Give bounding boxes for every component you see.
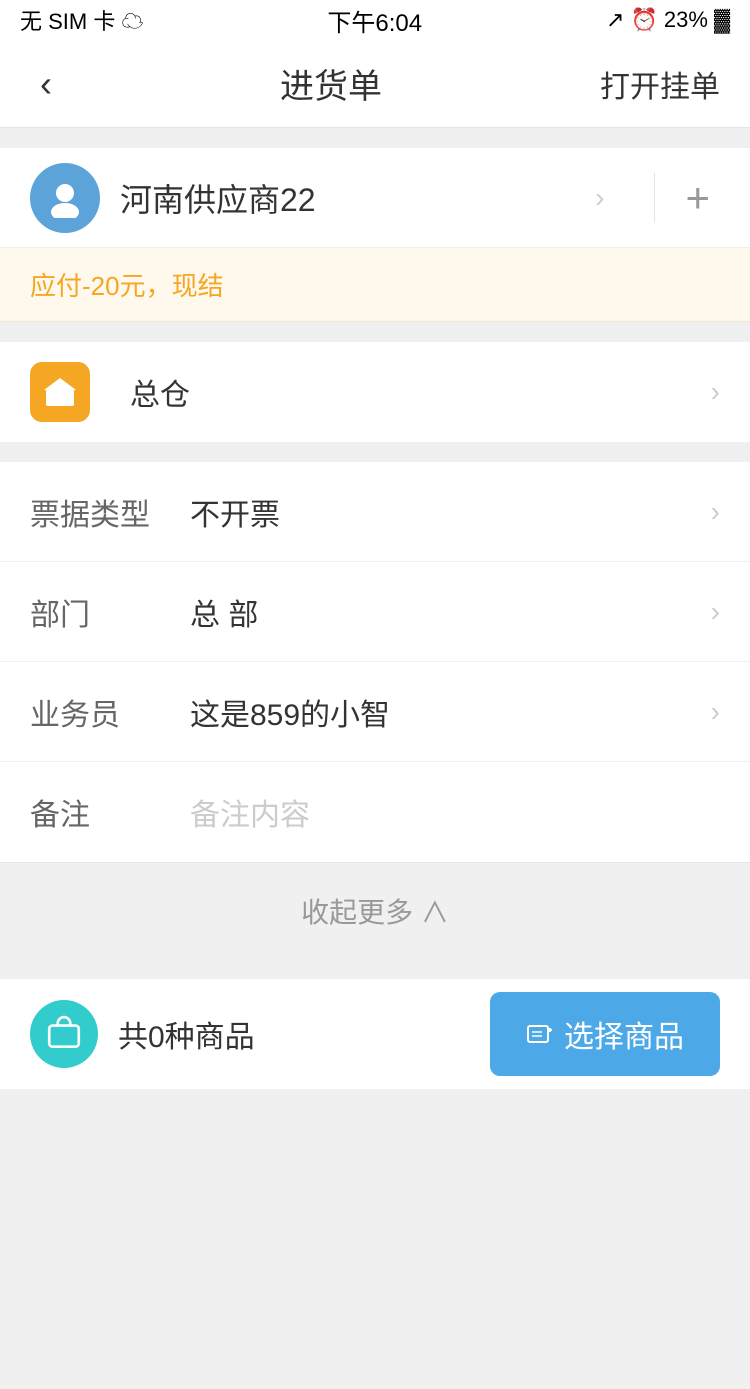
section-gap-1 xyxy=(0,128,750,148)
ticket-type-value: 不开票 xyxy=(170,490,711,534)
section-gap-2 xyxy=(0,322,750,342)
warehouse-chevron-icon: › xyxy=(711,376,720,408)
collapse-button[interactable]: 收起更多 ∧ xyxy=(0,862,750,959)
warehouse-row[interactable]: 总仓 › xyxy=(0,342,750,442)
salesperson-value: 这是859的小智 xyxy=(170,690,711,734)
sim-signal: 无 SIM 卡 ☁ xyxy=(20,4,143,36)
select-product-label: 选择商品 xyxy=(564,1012,684,1056)
supplier-section: 河南供应商22 › + 应付-20元，现结 xyxy=(0,148,750,322)
status-left: 无 SIM 卡 ☁ xyxy=(20,4,143,36)
notice-bar: 应付-20元，现结 xyxy=(0,248,750,322)
salesperson-label: 业务员 xyxy=(30,690,170,734)
remark-placeholder: 备注内容 xyxy=(170,790,720,834)
warehouse-name: 总仓 xyxy=(110,370,711,414)
open-pending-button[interactable]: 打开挂单 xyxy=(600,62,720,106)
back-button[interactable]: ‹ xyxy=(30,53,62,115)
page-background xyxy=(0,1089,750,1389)
bottom-section: 共0种商品 选择商品 xyxy=(0,979,750,1089)
nav-bar: ‹ 进货单 打开挂单 xyxy=(0,40,750,128)
department-chevron-icon: › xyxy=(711,596,720,628)
supplier-avatar xyxy=(30,163,100,233)
supplier-row[interactable]: 河南供应商22 › + xyxy=(0,148,750,248)
location-icon: ↗ xyxy=(606,7,624,33)
add-supplier-button[interactable]: + xyxy=(675,164,720,232)
alarm-icon: ⏰ xyxy=(630,7,657,33)
product-icon-bg xyxy=(30,1000,98,1068)
warehouse-section: 总仓 › xyxy=(0,342,750,442)
user-icon xyxy=(45,178,85,218)
battery-level: 23% xyxy=(664,7,708,33)
ticket-type-label: 票据类型 xyxy=(30,490,170,534)
supplier-name: 河南供应商22 xyxy=(120,175,595,221)
department-value: 总 部 xyxy=(170,590,711,634)
select-product-button[interactable]: 选择商品 xyxy=(490,992,720,1076)
status-bar: 无 SIM 卡 ☁ 下午6:04 ↗ ⏰ 23% ▓ xyxy=(0,0,750,40)
page-title: 进货单 xyxy=(280,59,382,108)
salesperson-chevron-icon: › xyxy=(711,696,720,728)
warehouse-icon-bg xyxy=(30,362,90,422)
ticket-type-row[interactable]: 票据类型 不开票 › xyxy=(0,462,750,562)
section-gap-3 xyxy=(0,442,750,462)
remark-row[interactable]: 备注 备注内容 xyxy=(0,762,750,862)
product-count: 共0种商品 xyxy=(118,1012,490,1056)
ticket-type-chevron-icon: › xyxy=(711,496,720,528)
divider xyxy=(654,173,655,223)
battery-icon: ▓ xyxy=(714,7,730,33)
cart-icon xyxy=(45,1015,83,1053)
status-time: 下午6:04 xyxy=(327,3,422,38)
warehouse-icon xyxy=(42,374,78,410)
salesperson-row[interactable]: 业务员 这是859的小智 › xyxy=(0,662,750,762)
form-section: 票据类型 不开票 › 部门 总 部 › 业务员 这是859的小智 › 备注 备注… xyxy=(0,462,750,862)
select-product-icon xyxy=(526,1020,554,1048)
remark-label: 备注 xyxy=(30,790,170,834)
supplier-chevron-icon: › xyxy=(595,182,604,214)
department-label: 部门 xyxy=(30,590,170,634)
status-right: ↗ ⏰ 23% ▓ xyxy=(606,7,730,33)
department-row[interactable]: 部门 总 部 › xyxy=(0,562,750,662)
